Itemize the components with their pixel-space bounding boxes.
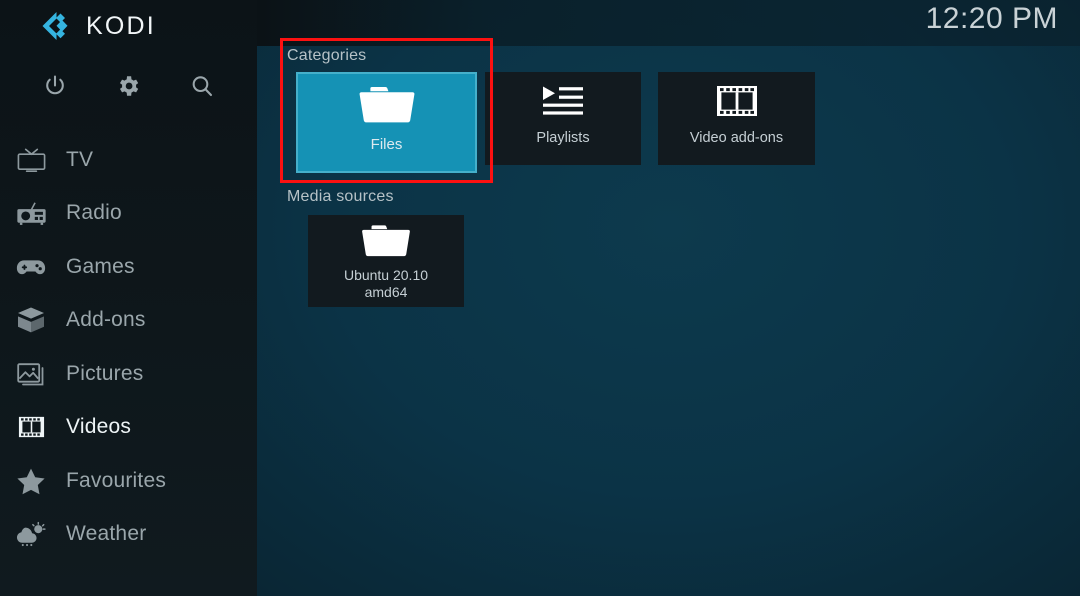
app-logo: KODI (40, 11, 156, 41)
sidebar-item-label: TV (66, 147, 94, 171)
sidebar-item-label: Pictures (66, 361, 144, 385)
sidebar-item-label: Videos (66, 415, 132, 439)
sidebar-item-label: Radio (66, 201, 122, 225)
clock: 12:20 PM (925, 2, 1058, 35)
sidebar-item-games[interactable]: Games (0, 240, 257, 294)
sidebar-item-favourites[interactable]: Favourites (0, 454, 257, 508)
search-button[interactable] (182, 68, 222, 108)
kodi-home-screen: 12:20 PM KODI TV Radio Games Add-ons Pic… (0, 0, 1080, 596)
app-name: KODI (86, 11, 156, 40)
kodi-logo-icon (40, 11, 74, 41)
tile-files[interactable]: Files (296, 72, 477, 173)
folder-icon (308, 215, 464, 267)
search-icon (189, 73, 215, 104)
tile-label: Playlists (536, 130, 590, 146)
sidebar-item-label: Favourites (66, 468, 167, 492)
sidebar-item-label: Games (66, 254, 135, 278)
gamepad-icon (8, 250, 54, 284)
sidebar: KODI TV Radio Games Add-ons Pictures Vid… (0, 0, 257, 596)
radio-icon (8, 196, 54, 230)
weather-icon (8, 517, 54, 551)
quick-action-bar (0, 68, 257, 108)
sidebar-item-videos[interactable]: Videos (0, 401, 257, 455)
sidebar-menu: TV Radio Games Add-ons Pictures Videos F… (0, 133, 257, 561)
tile-label: Video add-ons (689, 130, 784, 146)
main-content: Categories Files Playlists Video add-ons… (257, 46, 1080, 596)
pictures-icon (8, 357, 54, 391)
sidebar-item-label: Add-ons (66, 308, 146, 332)
sidebar-item-pictures[interactable]: Pictures (0, 347, 257, 401)
sidebar-item-tv[interactable]: TV (0, 133, 257, 187)
settings-button[interactable] (108, 68, 148, 108)
sidebar-item-label: Weather (66, 522, 147, 546)
sidebar-item-weather[interactable]: Weather (0, 508, 257, 562)
media-sources-heading: Media sources (287, 188, 394, 205)
playlist-icon (485, 72, 641, 130)
tile-media-source[interactable]: Ubuntu 20.10 amd64 (308, 215, 464, 307)
sidebar-item-radio[interactable]: Radio (0, 187, 257, 241)
tile-label: Files (370, 136, 403, 153)
tv-icon (8, 143, 54, 177)
tile-label-line1: Ubuntu 20.10 (343, 267, 429, 283)
tile-label-line2: amd64 (364, 284, 408, 300)
categories-heading: Categories (287, 47, 367, 64)
tile-playlists[interactable]: Playlists (485, 72, 641, 165)
film-strip-icon (8, 410, 54, 444)
sidebar-item-add-ons[interactable]: Add-ons (0, 294, 257, 348)
gear-icon (115, 73, 141, 104)
addons-box-icon (8, 303, 54, 337)
power-button[interactable] (35, 68, 75, 108)
folder-icon (298, 74, 475, 136)
film-strip-icon (658, 72, 815, 130)
power-icon (42, 73, 68, 104)
star-icon (8, 464, 54, 498)
tile-video-add-ons[interactable]: Video add-ons (658, 72, 815, 165)
